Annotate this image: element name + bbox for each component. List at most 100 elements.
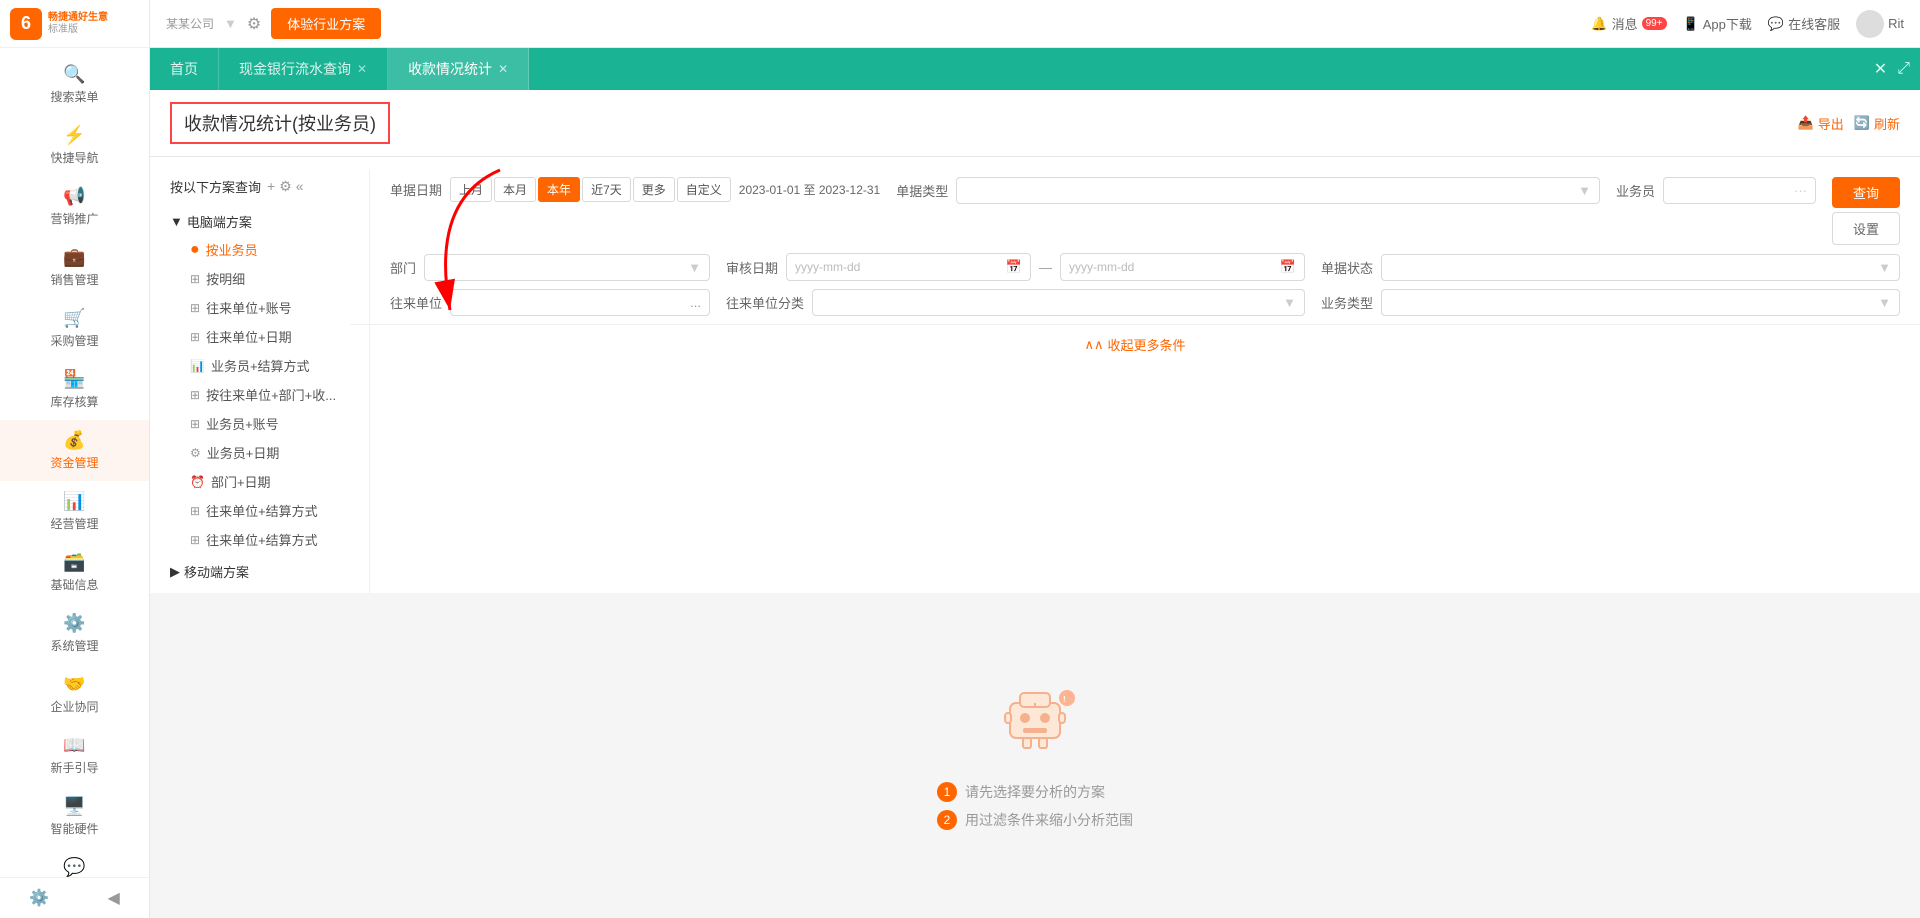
sidebar-item-basic[interactable]: 🗃️ 基础信息 xyxy=(0,542,149,603)
sidebar-item-quick-nav[interactable]: ⚡ 快捷导航 xyxy=(0,115,149,176)
refresh-btn[interactable]: 🔄 刷新 xyxy=(1854,114,1900,133)
sidebar-item-marketing[interactable]: 📢 营销推广 xyxy=(0,176,149,237)
scheme-item-partner-method2[interactable]: ⊞ 往来单位+结算方式 xyxy=(170,525,353,554)
collapse-icon: ∧∧ xyxy=(1084,337,1103,353)
doc-status-input[interactable]: ▼ xyxy=(1381,254,1900,281)
date-btn-custom[interactable]: 自定义 xyxy=(677,177,731,202)
scheme-item-partner-date[interactable]: ⊞ 往来单位+日期 xyxy=(170,322,353,351)
filter-area: 按以下方案查询 + ⚙ « ▼ xyxy=(150,157,1920,593)
sidebar-item-label: 系统管理 xyxy=(50,637,98,654)
app-download-btn[interactable]: 📱 App下载 xyxy=(1683,14,1752,33)
sidebar-settings-btn[interactable]: ⚙️ xyxy=(29,888,49,908)
scheme-item-label: 部门+日期 xyxy=(211,472,271,491)
business-type-input[interactable]: ▼ xyxy=(1381,289,1900,316)
scheme-item-dept-date[interactable]: ⏰ 部门+日期 xyxy=(170,467,353,496)
doc-type-input[interactable]: ▼ xyxy=(956,177,1600,204)
scheme-item-label: 业务员+结算方式 xyxy=(211,356,310,375)
partner-more-btn[interactable]: ... xyxy=(690,295,701,310)
trial-button[interactable]: 体验行业方案 xyxy=(271,8,381,39)
dept-input[interactable]: ▼ xyxy=(424,254,710,281)
clock-icon: ⏰ xyxy=(190,475,205,489)
scheme-collapse-btn[interactable]: « xyxy=(296,178,304,195)
page-title: 收款情况统计(按业务员) xyxy=(184,114,376,134)
sidebar-item-label: 基础信息 xyxy=(50,576,98,593)
scheme-item-salesperson-date[interactable]: ⚙ 业务员+日期 xyxy=(170,438,353,467)
user-avatar-btn[interactable]: Rit xyxy=(1856,10,1904,38)
date-btn-last-month[interactable]: 上月 xyxy=(450,177,492,202)
scheme-group-mobile: ▶ 移动端方案 xyxy=(170,558,353,585)
sidebar-item-inventory[interactable]: 🏪 库存核算 xyxy=(0,359,149,420)
date-btn-this-month[interactable]: 本月 xyxy=(494,177,536,202)
partner-input[interactable]: ... xyxy=(450,289,710,316)
export-btn[interactable]: 📤 导出 xyxy=(1798,114,1844,133)
scheme-settings-btn[interactable]: ⚙ xyxy=(279,178,292,195)
doc-status-label: 单据状态 xyxy=(1321,258,1373,277)
gear-icon: ⚙ xyxy=(190,446,201,460)
svg-text:!: ! xyxy=(1063,695,1066,704)
maximize-btn[interactable]: ⤢ xyxy=(1897,60,1910,78)
scheme-item-by-detail[interactable]: ⊞ 按明细 xyxy=(170,264,353,293)
tab-bank-flow[interactable]: 现金银行流水查询 ✕ xyxy=(219,48,388,90)
grid-icon: ⊞ xyxy=(190,272,200,286)
sidebar-item-wechat[interactable]: 💬 企业微信 xyxy=(0,847,149,877)
collection-stats-tab-label: 收款情况统计 xyxy=(408,59,492,79)
notification-btn[interactable]: 🔔 消息 99+ xyxy=(1591,14,1666,33)
review-date-end-input[interactable]: yyyy-mm-dd 📅 xyxy=(1060,253,1305,281)
scheme-item-partner-method1[interactable]: ⊞ 往来单位+结算方式 xyxy=(170,496,353,525)
sidebar-item-guide[interactable]: 📖 新手引导 xyxy=(0,725,149,786)
scheme-item-label: 往来单位+账号 xyxy=(206,298,292,317)
bank-flow-tab-label: 现金银行流水查询 xyxy=(239,59,351,79)
collapse-more-btn[interactable]: ∧∧ 收起更多条件 xyxy=(350,324,1920,364)
sidebar-item-enterprise[interactable]: 🤝 企业协同 xyxy=(0,664,149,725)
review-date-start-input[interactable]: yyyy-mm-dd 📅 xyxy=(786,253,1031,281)
scheme-item-partner-account[interactable]: ⊞ 往来单位+账号 xyxy=(170,293,353,322)
user-name: Rit xyxy=(1888,16,1904,31)
scheme-item-salesperson-method[interactable]: 📊 业务员+结算方式 xyxy=(170,351,353,380)
sidebar-item-label: 库存核算 xyxy=(50,393,98,410)
doc-type-label: 单据类型 xyxy=(896,181,948,200)
date-btn-more[interactable]: 更多 xyxy=(633,177,675,202)
flash-icon: ⚡ xyxy=(63,125,85,146)
partner-category-input[interactable]: ▼ xyxy=(812,289,1305,316)
dropdown-icon: ▼ xyxy=(688,260,701,275)
finance-icon: 💰 xyxy=(63,430,85,451)
step-1-number: 1 xyxy=(937,782,957,802)
sidebar-collapse-btn[interactable]: ◀ xyxy=(107,888,119,908)
scheme-group-desktop-header[interactable]: ▼ 电脑端方案 xyxy=(170,208,353,235)
close-tab-collection-stats[interactable]: ✕ xyxy=(498,62,508,76)
date-btn-this-year[interactable]: 本年 xyxy=(538,177,580,202)
scheme-group-mobile-header[interactable]: ▶ 移动端方案 xyxy=(170,558,353,585)
step-2-text: 用过滤条件来缩小分析范围 xyxy=(965,810,1133,830)
sidebar-item-operation[interactable]: 📊 经营管理 xyxy=(0,481,149,542)
empty-step-1: 1 请先选择要分析的方案 xyxy=(937,778,1133,806)
close-tab-bank-flow[interactable]: ✕ xyxy=(357,62,367,76)
scheme-item-partner-dept-collect[interactable]: ⊞ 按往来单位+部门+收... xyxy=(170,380,353,409)
scheme-add-btn[interactable]: + xyxy=(267,178,275,195)
bar-chart-icon: 📊 xyxy=(190,359,205,373)
tab-collection-stats[interactable]: 收款情况统计 ✕ xyxy=(388,48,529,90)
scheme-item-by-salesperson[interactable]: ● 按业务员 xyxy=(170,235,353,264)
sidebar-item-purchase[interactable]: 🛒 采购管理 xyxy=(0,298,149,359)
sidebar-item-sales[interactable]: 💼 销售管理 xyxy=(0,237,149,298)
sidebar-item-finance[interactable]: 💰 资金管理 xyxy=(0,420,149,481)
scheme-header-label: 按以下方案查询 xyxy=(170,177,261,196)
query-btn[interactable]: 查询 xyxy=(1832,177,1900,208)
active-scheme-icon: ● xyxy=(190,241,200,259)
sidebar-item-system[interactable]: ⚙️ 系统管理 xyxy=(0,603,149,664)
sidebar-item-search[interactable]: 🔍 搜索菜单 xyxy=(0,54,149,115)
grid-icon: ⊞ xyxy=(190,417,200,431)
salesperson-input[interactable]: ··· xyxy=(1663,177,1816,204)
grid-icon: ⊞ xyxy=(190,388,200,402)
header-settings-btn[interactable]: ⚙ xyxy=(247,14,261,34)
settings-btn[interactable]: 设置 xyxy=(1832,212,1900,245)
sidebar-item-hardware[interactable]: 🖥️ 智能硬件 xyxy=(0,786,149,847)
tab-home[interactable]: 首页 xyxy=(150,48,219,90)
scheme-item-salesperson-account[interactable]: ⊞ 业务员+账号 xyxy=(170,409,353,438)
online-service-btn[interactable]: 💬 在线客服 xyxy=(1768,14,1840,33)
sidebar-item-label: 新手引导 xyxy=(50,759,98,776)
close-all-tabs-btn[interactable]: ✕ xyxy=(1874,59,1887,79)
more-options-icon: ··· xyxy=(1794,183,1807,198)
wechat-icon: 💬 xyxy=(63,857,85,877)
grid-icon: ⊞ xyxy=(190,504,200,518)
date-btn-7days[interactable]: 近7天 xyxy=(582,177,631,202)
